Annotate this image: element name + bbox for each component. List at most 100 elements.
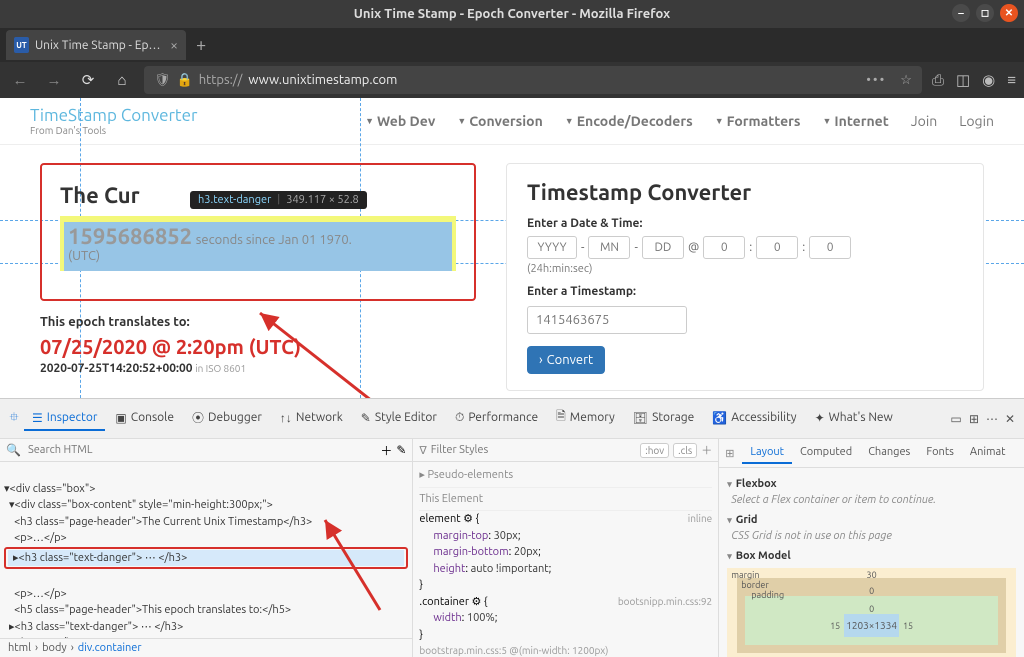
boxmodel-heading[interactable]: Box Model: [727, 550, 1016, 562]
iso-date: 2020-07-25T14:20:52+00:00 in ISO 8601: [40, 362, 476, 375]
eyedropper-icon[interactable]: ✎: [396, 443, 406, 457]
tab-close-icon[interactable]: ×: [170, 37, 178, 53]
forward-button: →: [42, 68, 66, 92]
new-tab-button[interactable]: +: [196, 35, 206, 55]
seconds-label: seconds since Jan 01 1970.: [196, 233, 352, 247]
home-button[interactable]: ⌂: [110, 68, 134, 92]
close-button[interactable]: ✕: [1000, 4, 1018, 22]
element-highlight: 1595686852 seconds since Jan 01 1970. (U…: [64, 222, 452, 271]
tab-storage[interactable]: 🗄 Storage: [625, 407, 702, 431]
timestamp-input[interactable]: [527, 306, 687, 334]
subtab-animations[interactable]: Animat: [962, 442, 1014, 464]
tab-strip: UT Unix Time Stamp - Epoc… × +: [0, 28, 1024, 62]
filter-icon: ∇: [419, 444, 426, 457]
tab-console[interactable]: ▣ Console: [107, 407, 182, 431]
caret-down-icon: ▼: [365, 116, 374, 126]
window-title: Unix Time Stamp - Epoch Converter - Mozi…: [354, 7, 670, 21]
current-timestamp: 1595686852: [68, 224, 192, 249]
css-rules[interactable]: ▸ Pseudo-elements This Element element ⚙…: [413, 462, 718, 657]
reload-button[interactable]: ⟳: [76, 68, 100, 92]
window-controls: ‒ ◻ ✕: [952, 4, 1018, 22]
layout-panel: ⊞ Layout Computed Changes Fonts Animat F…: [719, 439, 1024, 657]
back-button[interactable]: ←: [8, 68, 32, 92]
tab-style-editor[interactable]: ✎ Style Editor: [353, 407, 445, 431]
url-host: www.unixtimestamp.com: [248, 73, 397, 87]
tooltip-selector: h3.text-danger: [198, 194, 271, 206]
devtools-tabs: ⯐ ☰ Inspector ▣ Console ⦿ Debugger ↑↓ Ne…: [0, 399, 1024, 439]
address-bar[interactable]: 🛡 🔒 https://www.unixtimestamp.com ••• ☆: [144, 66, 922, 94]
day-input[interactable]: [642, 236, 684, 259]
year-input[interactable]: [527, 236, 577, 259]
menu-icon[interactable]: ≡: [1007, 71, 1016, 89]
html-search-input[interactable]: [25, 441, 376, 459]
subtab-fonts[interactable]: Fonts: [918, 442, 962, 464]
dom-tree[interactable]: ▾<div class="box"> ▾<div class="box-cont…: [0, 462, 412, 638]
chevron-right-icon: ›: [539, 353, 543, 367]
minimize-button[interactable]: ‒: [952, 4, 970, 22]
utc-label: (UTC): [68, 249, 448, 263]
library-icon[interactable]: ⎙: [932, 71, 944, 89]
caret-down-icon: ▼: [565, 116, 574, 126]
minute-input[interactable]: [756, 236, 798, 259]
caret-down-icon: ▼: [715, 116, 724, 126]
box-model-content: 1203×1334: [844, 614, 899, 637]
tab-performance[interactable]: ⏱ Performance: [447, 407, 546, 431]
pick-element-icon[interactable]: ⯐: [6, 408, 22, 429]
window-titlebar: Unix Time Stamp - Epoch Converter - Mozi…: [0, 0, 1024, 28]
dock-icon[interactable]: ⊞: [966, 412, 982, 426]
browser-tab[interactable]: UT Unix Time Stamp - Epoc… ×: [6, 30, 186, 60]
layout-toggle-icon[interactable]: ⊞: [725, 447, 734, 460]
subtab-computed[interactable]: Computed: [792, 442, 860, 464]
month-input[interactable]: [588, 236, 630, 259]
devtools-close-icon[interactable]: ✕: [1002, 412, 1018, 426]
site-logo[interactable]: TimeStamp Converter: [30, 106, 197, 125]
second-input[interactable]: [809, 236, 851, 259]
caret-down-icon: ▼: [823, 116, 832, 126]
tab-inspector[interactable]: ☰ Inspector: [24, 407, 105, 431]
converter-panel: Timestamp Converter Enter a Date & Time:…: [506, 163, 984, 391]
bookmark-icon[interactable]: ☆: [900, 73, 912, 88]
convert-button[interactable]: › Convert: [527, 346, 605, 374]
subtab-layout[interactable]: Layout: [742, 442, 792, 464]
html-panel: 🔍 ＋ ✎ ▾<div class="box"> ▾<div class="bo…: [0, 439, 413, 657]
nav-encode[interactable]: ▼Encode/Decoders: [565, 113, 693, 129]
tab-memory[interactable]: 🗎 Memory: [548, 403, 623, 434]
site-tagline: From Dan's Tools: [30, 125, 197, 136]
breadcrumb[interactable]: html › body › div.container: [0, 638, 412, 657]
sidebar-icon[interactable]: ◫: [956, 71, 970, 89]
flexbox-heading[interactable]: Flexbox: [727, 478, 1016, 490]
margin-highlight: 1595686852 seconds since Jan 01 1970. (U…: [60, 216, 456, 271]
nav-formatters[interactable]: ▼Formatters: [715, 113, 801, 129]
hov-toggle[interactable]: :hov: [640, 443, 669, 458]
more-icon[interactable]: ⋯: [984, 412, 1000, 426]
lock-icon: 🔒: [177, 73, 193, 88]
nav-login[interactable]: Login: [959, 113, 994, 129]
maximize-button[interactable]: ◻: [976, 4, 994, 22]
cls-toggle[interactable]: .cls: [673, 443, 697, 458]
grid-heading[interactable]: Grid: [727, 514, 1016, 526]
tooltip-dimensions: 349.117 × 52.8: [286, 194, 359, 206]
tab-network[interactable]: ↑↓ Network: [272, 407, 351, 431]
nav-internet[interactable]: ▼Internet: [823, 113, 889, 129]
nav-conversion[interactable]: ▼Conversion: [457, 113, 542, 129]
subtab-changes[interactable]: Changes: [860, 442, 918, 464]
annotation-box: The Current Unix Timestamp h3.text-dange…: [40, 163, 476, 301]
devtools-panel: ⯐ ☰ Inspector ▣ Console ⦿ Debugger ↑↓ Ne…: [0, 398, 1024, 657]
url-scheme: https://: [199, 73, 243, 87]
tab-whatsnew[interactable]: ✦ What's New: [807, 407, 901, 431]
tab-debugger[interactable]: ⦿ Debugger: [184, 405, 270, 432]
responsive-icon[interactable]: ▭: [948, 412, 964, 426]
nav-links: ▼Web Dev ▼Conversion ▼Encode/Decoders ▼F…: [365, 113, 994, 129]
filter-styles-input[interactable]: [431, 444, 637, 456]
add-rule-icon[interactable]: ＋: [701, 442, 712, 458]
tab-title: Unix Time Stamp - Epoc…: [35, 39, 164, 52]
tab-accessibility[interactable]: ♿ Accessibility: [704, 407, 804, 431]
favicon: UT: [14, 37, 29, 53]
page-actions-icon[interactable]: •••: [866, 73, 886, 87]
hour-input[interactable]: [703, 236, 745, 259]
account-icon[interactable]: ◉: [982, 71, 995, 89]
nav-webdev[interactable]: ▼Web Dev: [365, 113, 435, 129]
add-icon[interactable]: ＋: [380, 442, 392, 459]
translated-date: 07/25/2020 @ 2:20pm (UTC): [40, 335, 476, 358]
nav-join[interactable]: Join: [911, 113, 937, 129]
